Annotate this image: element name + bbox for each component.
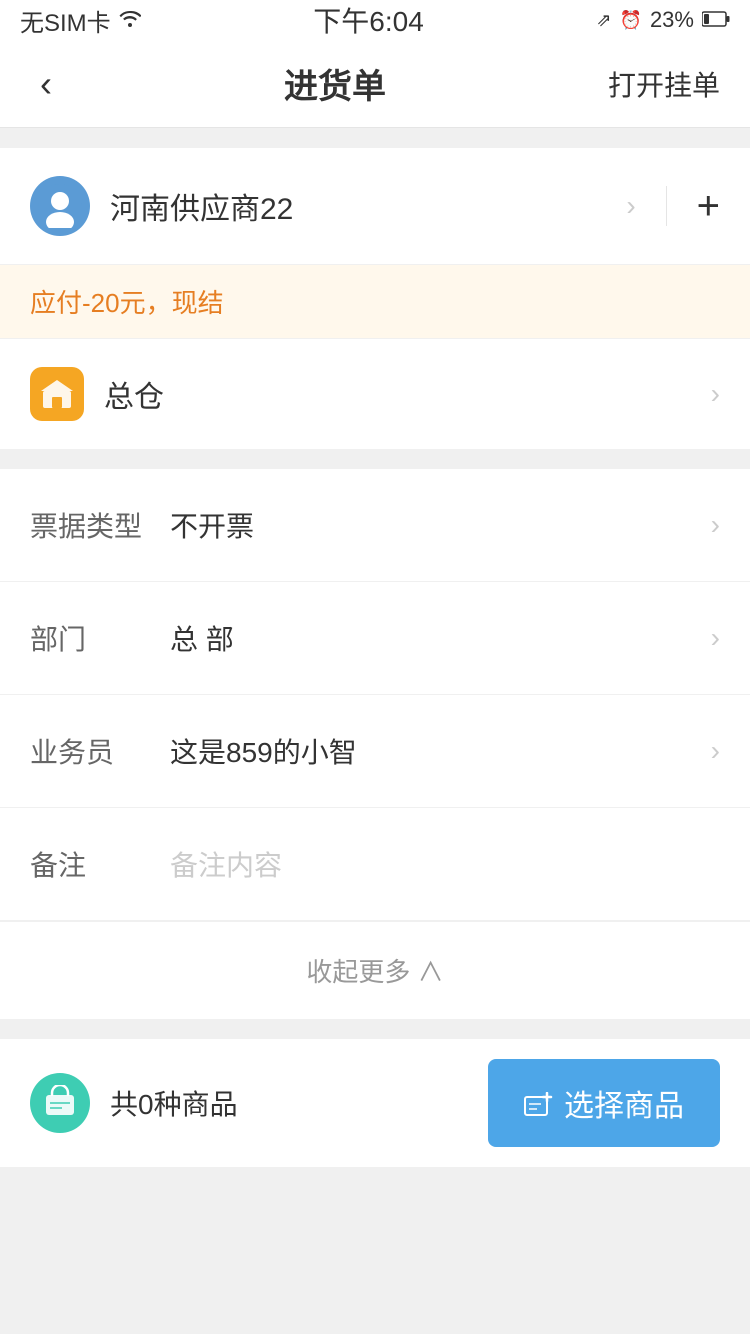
invoice-type-label: 票据类型 [30, 505, 150, 545]
supplier-row[interactable]: 河南供应商22 › + [0, 148, 750, 265]
notice-banner: 应付-20元，现结 [0, 265, 750, 338]
alarm-icon: ⏰ [620, 10, 642, 31]
salesperson-row[interactable]: 业务员 这是859的小智 › [0, 695, 750, 808]
select-product-icon [524, 1087, 554, 1119]
carrier-label: 无SIM卡 [20, 3, 111, 38]
battery-icon [702, 7, 730, 33]
department-chevron-icon: › [711, 622, 720, 654]
invoice-type-chevron-icon: › [711, 509, 720, 541]
status-left: 无SIM卡 [20, 3, 141, 38]
open-pending-button[interactable]: 打开挂单 [608, 64, 720, 104]
supplier-name: 河南供应商22 [110, 184, 626, 228]
status-time: 下午6:04 [313, 0, 424, 40]
form-section: 票据类型 不开票 › 部门 总 部 › 业务员 这是859的小智 › 备注 备注… [0, 469, 750, 1019]
wifi-icon [119, 6, 141, 34]
select-product-label: 选择商品 [564, 1081, 684, 1125]
page-title: 进货单 [284, 59, 386, 108]
department-label: 部门 [30, 618, 150, 658]
remark-label: 备注 [30, 844, 150, 884]
vertical-divider [666, 186, 667, 226]
supplier-chevron-icon: › [626, 190, 635, 222]
salesperson-value: 这是859的小智 [150, 731, 701, 771]
invoice-type-value: 不开票 [150, 505, 701, 545]
invoice-type-row[interactable]: 票据类型 不开票 › [0, 469, 750, 582]
select-product-button[interactable]: 选择商品 [488, 1059, 720, 1147]
collapse-row[interactable]: 收起更多 ∧ [0, 921, 750, 1019]
warehouse-chevron-icon: › [711, 378, 720, 410]
supplier-actions: › + [626, 186, 720, 226]
supplier-avatar [30, 176, 90, 236]
warehouse-row[interactable]: 总仓 › [0, 338, 750, 449]
status-bar: 无SIM卡 下午6:04 ⇗ ⏰ 23% [0, 0, 750, 40]
salesperson-chevron-icon: › [711, 735, 720, 767]
back-button[interactable]: ‹ [30, 53, 62, 115]
department-row[interactable]: 部门 总 部 › [0, 582, 750, 695]
collapse-label: 收起更多 ∧ [306, 952, 443, 989]
battery-percent: 23% [650, 7, 694, 33]
warehouse-icon [30, 367, 84, 421]
remark-row[interactable]: 备注 备注内容 [0, 808, 750, 921]
department-value: 总 部 [150, 618, 701, 658]
bottom-bar: 共0种商品 选择商品 [0, 1039, 750, 1167]
top-divider [0, 128, 750, 148]
notice-text: 应付-20元，现结 [30, 288, 224, 318]
location-icon: ⇗ [596, 10, 611, 31]
warehouse-name: 总仓 [104, 372, 711, 416]
supplier-card: 河南供应商22 › + 应付-20元，现结 总仓 › [0, 148, 750, 449]
remark-input[interactable]: 备注内容 [150, 844, 720, 884]
product-count-icon [30, 1073, 90, 1133]
product-count-text: 共0种商品 [110, 1083, 488, 1123]
add-supplier-button[interactable]: + [697, 186, 720, 226]
salesperson-label: 业务员 [30, 731, 150, 771]
nav-bar: ‹ 进货单 打开挂单 [0, 40, 750, 128]
status-right: ⇗ ⏰ 23% [596, 7, 730, 33]
